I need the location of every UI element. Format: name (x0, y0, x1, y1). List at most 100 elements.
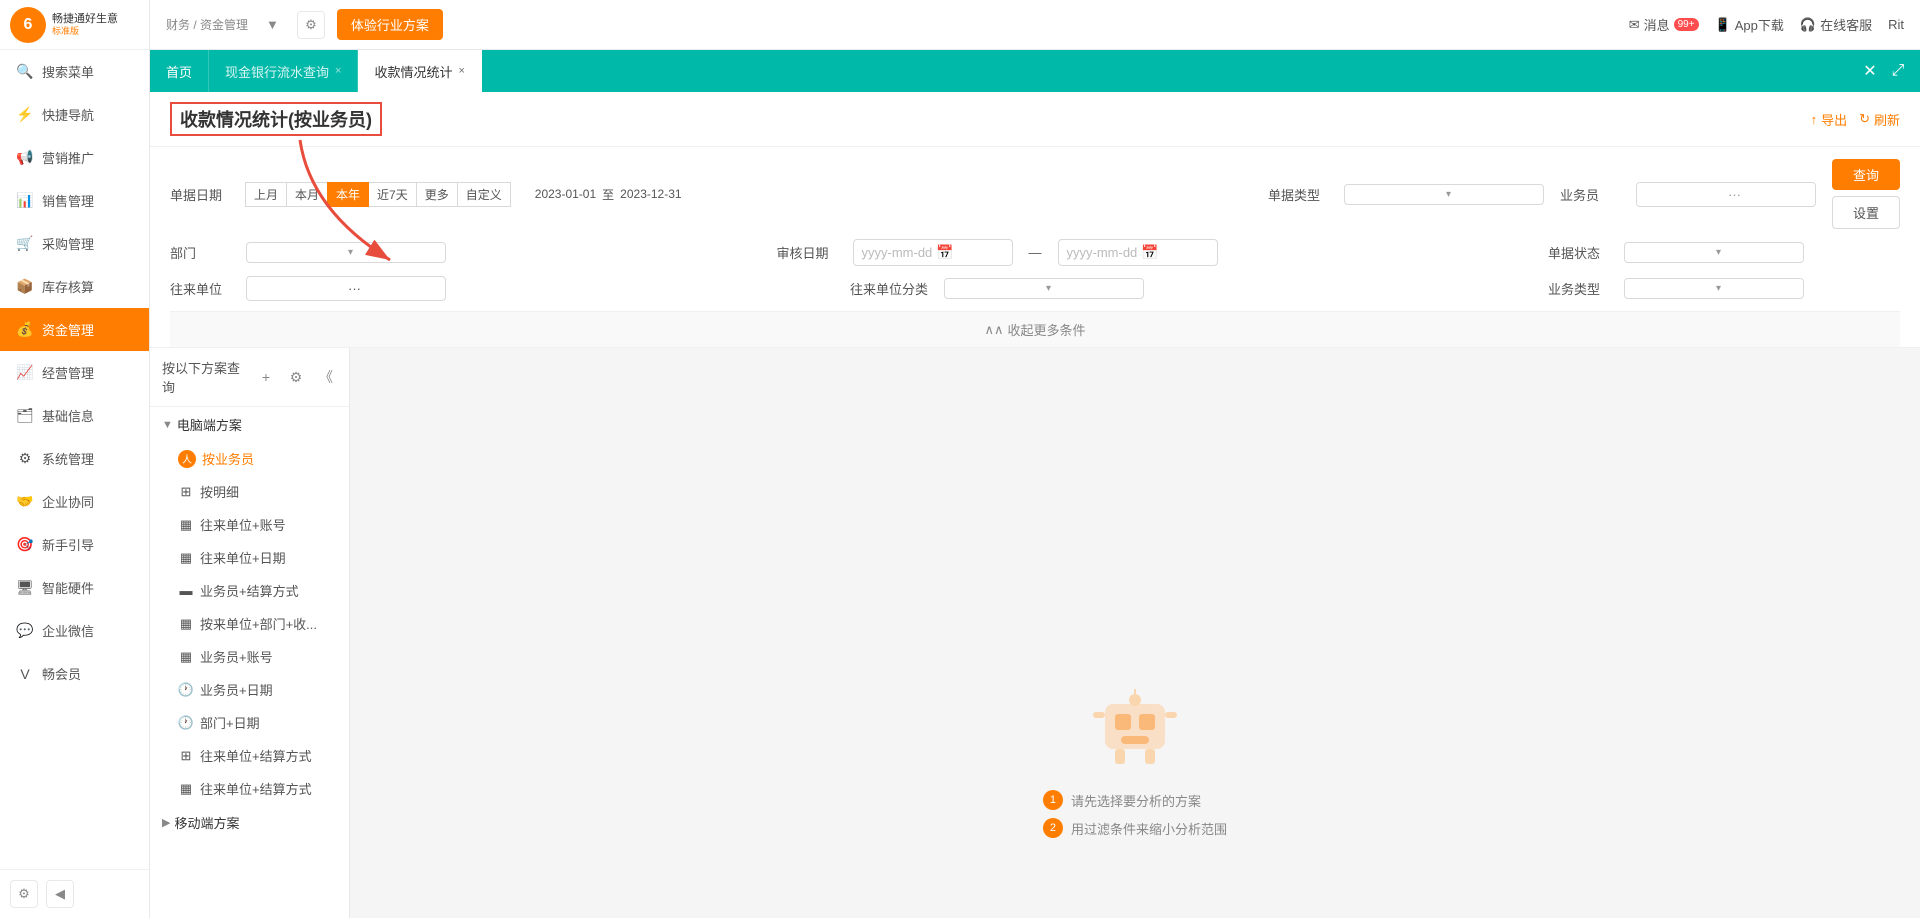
review-date-from[interactable]: yyyy-mm-dd 📅 (853, 239, 1013, 266)
date-tab-this-year[interactable]: 本年 (327, 182, 369, 207)
date-tab-this-month[interactable]: 本月 (286, 182, 328, 207)
marketing-icon: 📢 (16, 149, 34, 167)
app-label: App下载 (1735, 15, 1784, 34)
step-1-number: 1 (1043, 790, 1063, 810)
sidebar-label-system: 系统管理 (42, 449, 94, 468)
sidebar-item-system[interactable]: ⚙ 系统管理 (0, 437, 149, 480)
sidebar-bottom: ⚙ ◀ (0, 869, 149, 918)
guide-icon: 🎯 (16, 536, 34, 554)
doc-status-select[interactable]: ▾ (1624, 242, 1804, 263)
scheme-item-label-cust-acct: 往来单位+账号 (200, 515, 286, 534)
salesperson-select[interactable]: ··· (1636, 182, 1816, 207)
sidebar-settings-btn[interactable]: ⚙ (10, 880, 38, 908)
online-service-btn[interactable]: 🎧 在线客服 (1800, 15, 1872, 34)
sidebar-item-search[interactable]: 🔍 搜索菜单 (0, 50, 149, 93)
scheme-item-salesperson-account[interactable]: ▦ 业务员+账号 (150, 640, 349, 673)
date-tabs: 上月 本月 本年 近7天 更多 自定义 (246, 182, 511, 207)
tab-home[interactable]: 首页 (150, 50, 209, 92)
biz-type-select[interactable]: ▾ (1624, 278, 1804, 299)
scheme-collapse-btn[interactable]: 《 (315, 366, 337, 388)
scheme-item-customer-account[interactable]: ▦ 往来单位+账号 (150, 508, 349, 541)
message-btn[interactable]: ✉ 消息 99+ (1629, 15, 1699, 34)
scheme-item-icon-sp-settle: ▬ (178, 583, 194, 599)
export-btn[interactable]: ↑ 导出 (1811, 110, 1848, 129)
date-tab-7days[interactable]: 近7天 (368, 182, 417, 207)
doc-type-select[interactable]: ▾ (1344, 184, 1544, 205)
sidebar-item-hardware[interactable]: 🖥 智能硬件 (0, 566, 149, 609)
date-tab-custom[interactable]: 自定义 (457, 182, 511, 207)
query-btn[interactable]: 查询 (1832, 159, 1900, 190)
customer-category-select[interactable]: ▾ (944, 278, 1144, 299)
system-icon: ⚙ (16, 450, 34, 468)
tab-bank-close[interactable]: × (335, 65, 341, 77)
user-avatar[interactable]: Rit (1888, 17, 1904, 32)
refresh-btn[interactable]: ↻ 刷新 (1859, 110, 1900, 129)
empty-robot-icon (1085, 674, 1185, 774)
scheme-section-desktop-header[interactable]: ▼ 电脑端方案 (150, 407, 349, 442)
sidebar-item-enterprise[interactable]: 🤝 企业协同 (0, 480, 149, 523)
message-badge: 99+ (1674, 18, 1699, 31)
sidebar-item-marketing[interactable]: 📢 营销推广 (0, 136, 149, 179)
date-tab-last-month[interactable]: 上月 (245, 182, 287, 207)
tab-receipt[interactable]: 收款情况统计 × (358, 50, 481, 92)
date-from: 2023-01-01 (535, 187, 596, 201)
scheme-item-label-sp-settle: 业务员+结算方式 (200, 581, 299, 600)
scheme-section-mobile-header[interactable]: ▶ 移动端方案 (150, 805, 349, 840)
sidebar-item-guide[interactable]: 🎯 新手引导 (0, 523, 149, 566)
scheme-item-by-salesperson[interactable]: 人 按业务员 (150, 442, 349, 475)
filter-collapse-row: ∧∧ 收起更多条件 (170, 311, 1900, 347)
scheme-item-customer-date[interactable]: ▦ 往来单位+日期 (150, 541, 349, 574)
sales-icon: 📊 (16, 192, 34, 210)
scheme-item-customer-settlement2[interactable]: ▦ 往来单位+结算方式 (150, 772, 349, 805)
calendar-icon2: 📅 (1141, 244, 1158, 261)
chevron-down-icon3: ▾ (1716, 247, 1795, 258)
logo-text: 畅捷通好生意 标准版 (52, 12, 118, 38)
scheme-item-salesperson-settlement[interactable]: ▬ 业务员+结算方式 (150, 574, 349, 607)
customer-select[interactable]: ··· (246, 276, 446, 301)
sidebar-item-wechat[interactable]: 💬 企业微信 (0, 609, 149, 652)
scheme-item-icon-cust-settle: ⊞ (178, 748, 194, 764)
scheme-section-mobile: ▶ 移动端方案 (150, 805, 349, 840)
review-date-from-value: yyyy-mm-dd (862, 245, 933, 260)
customer-category-label: 往来单位分类 (850, 279, 928, 298)
sidebar-item-inventory[interactable]: 📦 库存核算 (0, 265, 149, 308)
tab-close-all-btn[interactable]: ✕ (1856, 57, 1884, 85)
date-tab-more[interactable]: 更多 (416, 182, 458, 207)
scheme-settings-btn[interactable]: ⚙ (285, 366, 307, 388)
review-date-to[interactable]: yyyy-mm-dd 📅 (1058, 239, 1218, 266)
tab-receipt-close[interactable]: × (458, 65, 464, 77)
date-range: 2023-01-01 至 2023-12-31 (535, 186, 682, 203)
search-icon: 🔍 (16, 63, 34, 81)
customer-label: 往来单位 (170, 279, 230, 298)
sidebar-item-member[interactable]: V 畅会员 (0, 652, 149, 695)
tab-bank[interactable]: 现金银行流水查询 × (209, 50, 358, 92)
empty-step-1: 1 请先选择要分析的方案 (1043, 790, 1227, 810)
settings-btn[interactable]: 设置 (1832, 196, 1900, 229)
tabbar-right: ✕ ⤢ (1856, 57, 1920, 85)
filter-row-customer: 往来单位 ··· 往来单位分类 ▾ 业务类型 ▾ (170, 276, 1900, 301)
sidebar-collapse-btn[interactable]: ◀ (46, 880, 74, 908)
sidebar-item-finance[interactable]: 💰 资金管理 (0, 308, 149, 351)
breadcrumb-expand-btn[interactable]: ▼ (260, 15, 285, 34)
scheme-item-icon-cust-dept: ▦ (178, 616, 194, 632)
sidebar-item-operation[interactable]: 📈 经营管理 (0, 351, 149, 394)
scheme-item-salesperson-date[interactable]: 🕐 业务员+日期 (150, 673, 349, 706)
scheme-item-dept-date[interactable]: 🕐 部门+日期 (150, 706, 349, 739)
dept-select[interactable]: ▾ (246, 242, 446, 263)
collapse-more-btn[interactable]: ∧∧ 收起更多条件 (984, 320, 1085, 339)
scheme-add-btn[interactable]: + (255, 366, 277, 388)
sidebar-item-purchase[interactable]: 🛒 采购管理 (0, 222, 149, 265)
sidebar-item-sales[interactable]: 📊 销售管理 (0, 179, 149, 222)
topbar-settings-btn[interactable]: ⚙ (297, 11, 325, 39)
scheme-item-by-detail[interactable]: ⊞ 按明细 (150, 475, 349, 508)
app-download-btn[interactable]: 📱 App下载 (1715, 15, 1784, 34)
scheme-item-icon-cust-acct: ▦ (178, 517, 194, 533)
scheme-item-by-customer-dept[interactable]: ▦ 按来单位+部门+收... (150, 607, 349, 640)
sidebar-item-basic[interactable]: 🗂 基础信息 (0, 394, 149, 437)
scheme-item-customer-settlement[interactable]: ⊞ 往来单位+结算方式 (150, 739, 349, 772)
scheme-item-icon-dept-date: 🕐 (178, 715, 194, 731)
tab-maximize-btn[interactable]: ⤢ (1884, 57, 1912, 85)
trial-btn[interactable]: 体验行业方案 (337, 9, 443, 40)
sidebar-item-quicknav[interactable]: ⚡ 快捷导航 (0, 93, 149, 136)
scheme-item-label-salesperson: 按业务员 (202, 449, 254, 468)
